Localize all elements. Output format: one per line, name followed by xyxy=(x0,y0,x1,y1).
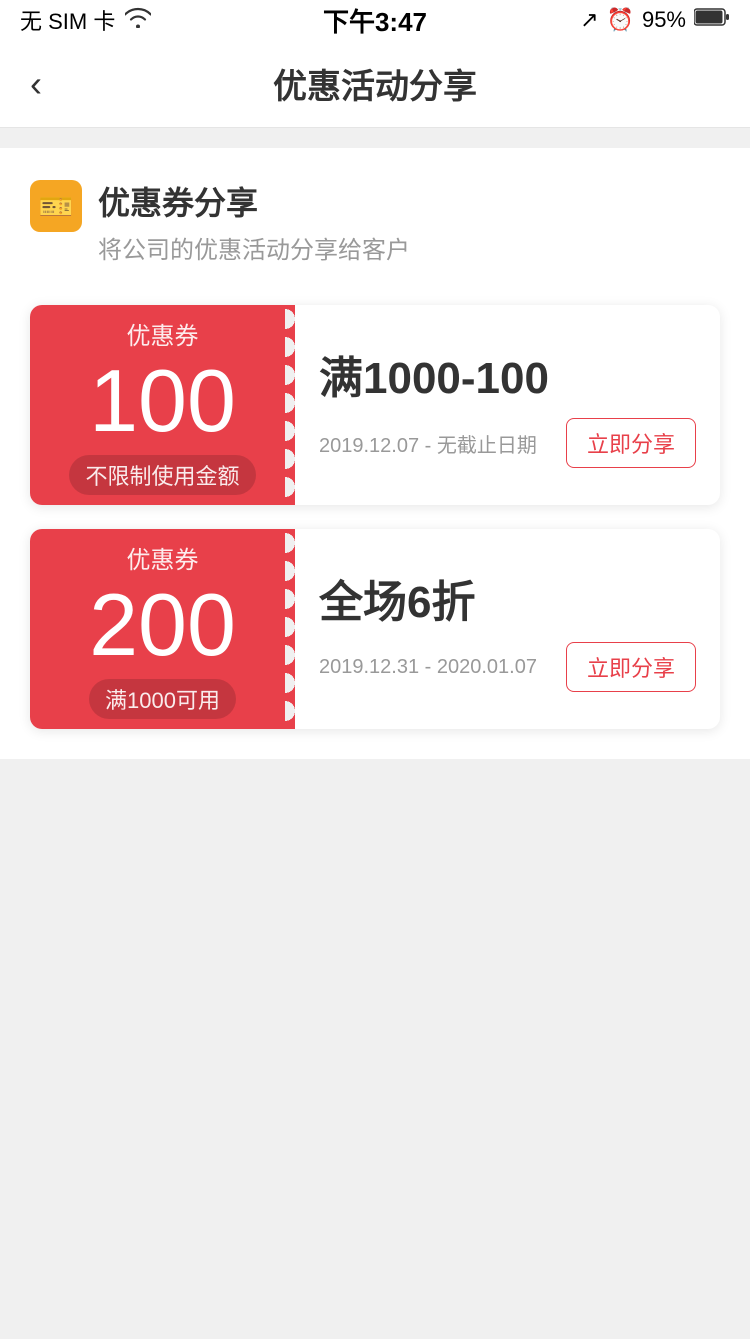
nav-bar: ‹ 优惠活动分享 xyxy=(0,40,750,128)
section-text: 优惠券分享 将公司的优惠活动分享给客户 xyxy=(98,178,410,265)
section-desc: 将公司的优惠活动分享给客户 xyxy=(98,230,410,265)
share-button-1[interactable]: 立即分享 xyxy=(566,418,696,468)
coupon-right-2: 全场6折 2019.12.31 - 2020.01.07 立即分享 xyxy=(295,529,720,729)
bottom-area xyxy=(0,759,750,1339)
coupon-card-1: 优惠券 100 不限制使用金额 满1000-100 2019.12.07 - 无… xyxy=(30,305,720,505)
coupon-condition-1: 不限制使用金额 xyxy=(69,455,255,495)
battery-text: 95% xyxy=(642,7,686,33)
coupon-amount-2: 200 xyxy=(89,581,236,669)
location-icon: ↗ xyxy=(580,7,598,33)
section-header: 🎫 优惠券分享 将公司的优惠活动分享给客户 xyxy=(0,148,750,285)
page-title: 优惠活动分享 xyxy=(273,59,477,108)
wifi-icon xyxy=(125,6,151,34)
status-left: 无 SIM 卡 xyxy=(20,4,151,36)
carrier-text: 无 SIM 卡 xyxy=(20,4,115,36)
coupon-left-1: 优惠券 100 不限制使用金额 xyxy=(30,305,295,505)
coupon-left-2: 优惠券 200 满1000可用 xyxy=(30,529,295,729)
coupon-meta-1: 2019.12.07 - 无截止日期 立即分享 xyxy=(319,418,696,468)
coupon-date-1: 2019.12.07 - 无截止日期 xyxy=(319,429,556,458)
status-right: ↗ ⏰ 95% xyxy=(580,7,730,33)
coupon-condition-2: 满1000可用 xyxy=(89,679,236,719)
coupon-label-2: 优惠券 xyxy=(127,540,199,575)
coupon-name-2: 全场6折 xyxy=(319,566,696,630)
section-title: 优惠券分享 xyxy=(98,178,410,224)
battery-icon xyxy=(694,7,730,33)
status-bar: 无 SIM 卡 下午3:47 ↗ ⏰ 95% xyxy=(0,0,750,40)
status-time: 下午3:47 xyxy=(323,2,427,39)
coupons-container: 优惠券 100 不限制使用金额 满1000-100 2019.12.07 - 无… xyxy=(0,285,750,759)
section-icon: 🎫 xyxy=(30,180,82,232)
coupon-date-2: 2019.12.31 - 2020.01.07 xyxy=(319,656,556,679)
coupon-label-1: 优惠券 xyxy=(127,316,199,351)
coupon-right-1: 满1000-100 2019.12.07 - 无截止日期 立即分享 xyxy=(295,305,720,505)
alarm-icon: ⏰ xyxy=(607,7,634,33)
back-button[interactable]: ‹ xyxy=(30,63,42,105)
coupon-meta-2: 2019.12.31 - 2020.01.07 立即分享 xyxy=(319,642,696,692)
share-button-2[interactable]: 立即分享 xyxy=(566,642,696,692)
coupon-name-1: 满1000-100 xyxy=(319,342,696,406)
coupon-amount-1: 100 xyxy=(89,357,236,445)
coupon-emoji-icon: 🎫 xyxy=(39,190,74,223)
coupon-card-2: 优惠券 200 满1000可用 全场6折 2019.12.31 - 2020.0… xyxy=(30,529,720,729)
